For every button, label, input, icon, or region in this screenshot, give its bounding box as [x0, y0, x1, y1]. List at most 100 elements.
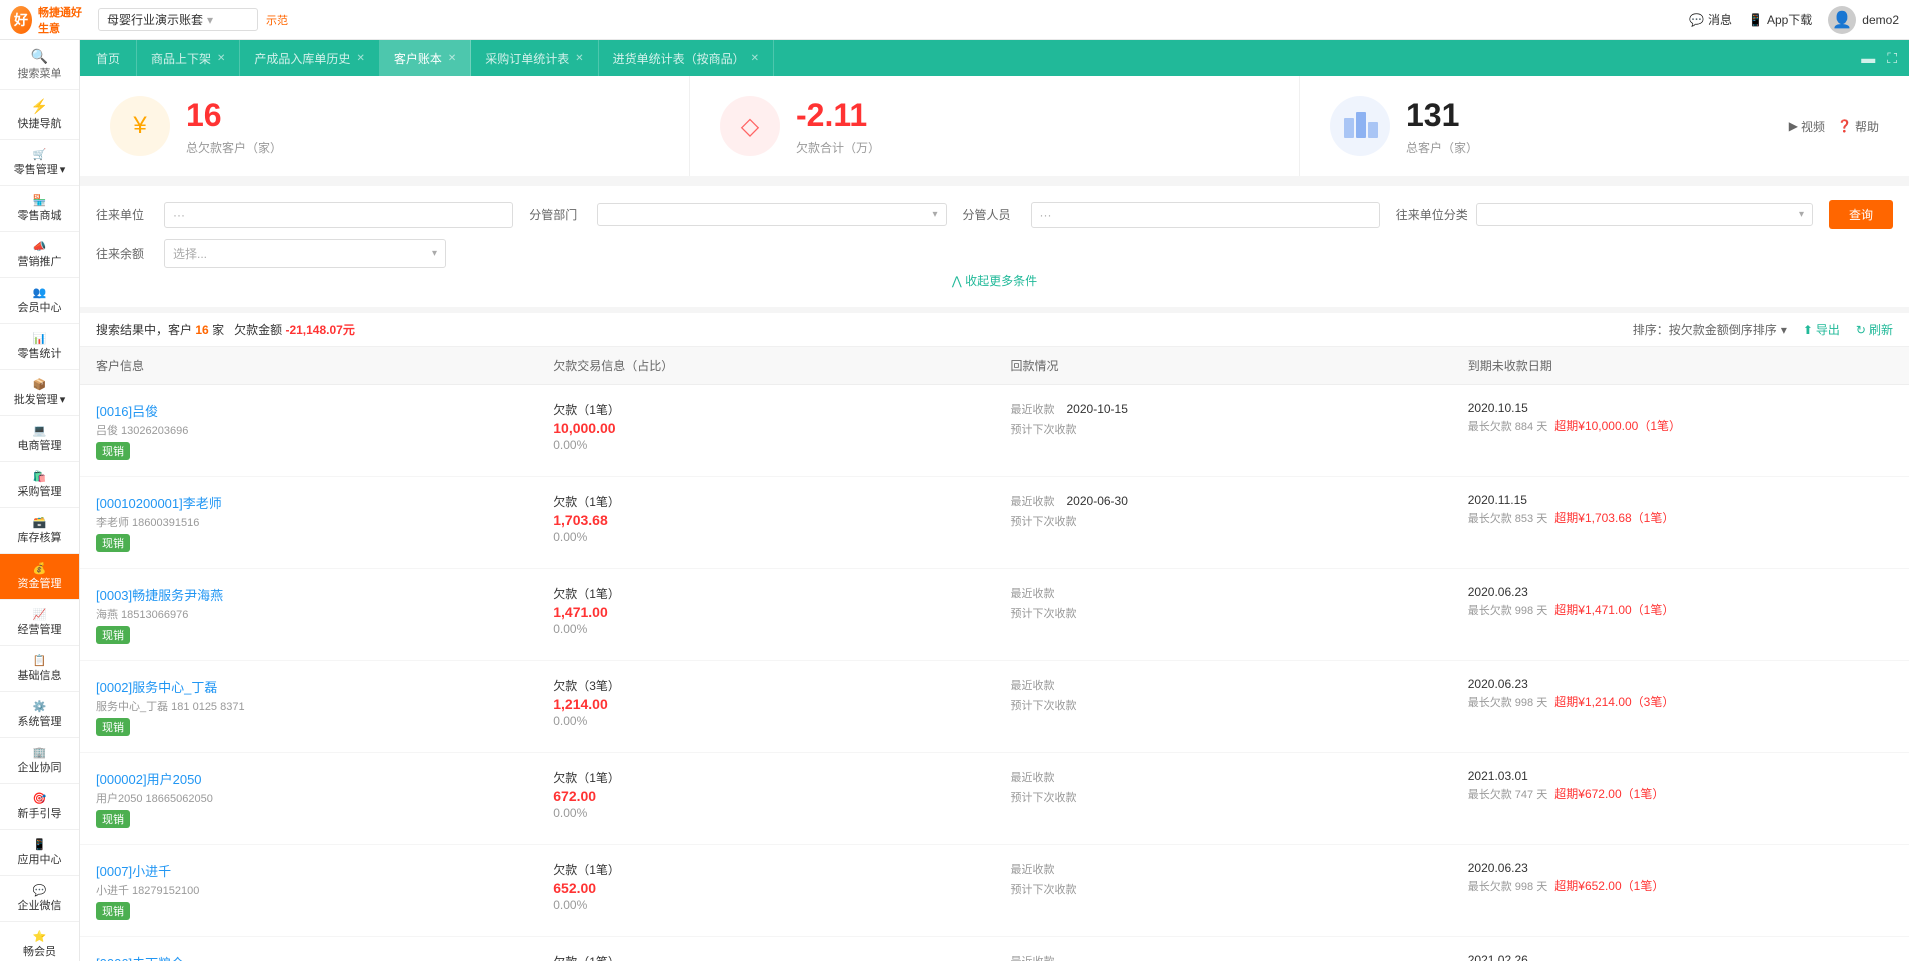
due-date-0003: 2020.06.23 [1468, 585, 1893, 599]
user-avatar-area[interactable]: 👤 demo2 [1828, 6, 1899, 34]
video-icon: ▶ [1789, 119, 1798, 133]
tab-product-listing[interactable]: 商品上下架 ✕ [137, 40, 240, 76]
unit-category-select[interactable]: ▾ [1476, 203, 1813, 226]
sidebar-item-batch-mgmt[interactable]: 📦 批发管理 ▾ [0, 370, 79, 416]
enterprise-label: 企业协同 [4, 759, 75, 775]
customer-name-0006[interactable]: [0006]去下粮仓 [96, 953, 521, 961]
tab-inbound-stats-close[interactable]: ✕ [751, 53, 759, 64]
sidebar-item-retail-mgmt[interactable]: 🛒 零售管理 ▾ [0, 140, 79, 186]
owe-amount-00010200001[interactable]: 1,703.68 [553, 512, 978, 528]
customer-name-0007[interactable]: [0007]小进千 [96, 861, 521, 880]
sidebar-item-ecommerce[interactable]: 💻 电商管理 [0, 416, 79, 462]
recovery-label-00010200001: 最近收款 [1011, 493, 1055, 509]
video-action[interactable]: ▶ 视频 [1789, 118, 1825, 135]
search-btn[interactable]: 查询 [1829, 200, 1893, 229]
customer-tag-0002: 现销 [96, 718, 130, 736]
owe-amount-0003[interactable]: 1,471.00 [553, 604, 978, 620]
sidebar-item-retail-mall[interactable]: 🏪 零售商城 [0, 186, 79, 232]
batch-mgmt-label: 批发管理 [14, 391, 58, 407]
overdue-amount-0016[interactable]: 超期¥10,000.00（1笔） [1554, 419, 1681, 433]
tab-product-listing-close[interactable]: ✕ [217, 53, 225, 64]
logo-icon: 好 [10, 6, 32, 34]
export-btn[interactable]: ⬆ 导出 [1803, 321, 1840, 338]
overdue-amount-000002[interactable]: 超期¥672.00（1笔） [1554, 787, 1664, 801]
recovery-next-0016: 预计下次收款 [1011, 421, 1436, 437]
customer-name-0002[interactable]: [0002]服务中心_丁磊 [96, 677, 521, 696]
sidebar-item-finance[interactable]: 💰 资金管理 [0, 554, 79, 600]
customer-name-0003[interactable]: [0003]畅捷服务尹海燕 [96, 585, 521, 604]
sidebar-item-nav[interactable]: ⚡ 快捷导航 [0, 90, 79, 140]
sidebar-item-enterprise[interactable]: 🏢 企业协同 [0, 738, 79, 784]
tab-home[interactable]: 首页 [80, 40, 137, 76]
tab-product-history-close[interactable]: ✕ [356, 53, 364, 64]
sort-arrow-icon: ▾ [1781, 323, 1787, 337]
tab-product-history[interactable]: 产成品入库单历史 ✕ [240, 40, 379, 76]
sidebar-item-guide[interactable]: 🎯 新手引导 [0, 784, 79, 830]
overdue-amount-0003[interactable]: 超期¥1,471.00（1笔） [1554, 603, 1674, 617]
sidebar-search[interactable]: 🔍 搜索菜单 [0, 40, 79, 90]
customer-name-000002[interactable]: [000002]用户2050 [96, 769, 521, 788]
sidebar-item-vip[interactable]: ⭐ 畅会员 [0, 922, 79, 961]
sidebar-item-app-center[interactable]: 📱 应用中心 [0, 830, 79, 876]
tab-inbound-stats[interactable]: 进货单统计表（按商品） ✕ [599, 40, 774, 76]
sidebar-item-retail-stats[interactable]: 📊 零售统计 [0, 324, 79, 370]
customer-name-00010200001[interactable]: [00010200001]李老师 [96, 493, 521, 512]
sidebar-item-inventory[interactable]: 🗃️ 库存核算 [0, 508, 79, 554]
balance-select[interactable]: 选择... ▾ [164, 239, 446, 268]
results-amount-label: 欠款金额 [234, 323, 282, 337]
dept-select[interactable]: ▾ [597, 203, 946, 226]
sort-selector[interactable]: 排序：按欠款金额倒序排序 ▾ [1633, 321, 1787, 338]
vip-icon: ⭐ [4, 930, 75, 943]
recovery-date-0016: 2020-10-15 [1067, 402, 1128, 416]
owe-amount-0016[interactable]: 10,000.00 [553, 420, 978, 436]
help-action[interactable]: ❓ 帮助 [1837, 118, 1879, 135]
sidebar-item-member[interactable]: 👥 会员中心 [0, 278, 79, 324]
tab-purchase-stats[interactable]: 采购订单统计表 ✕ [471, 40, 598, 76]
sidebar-item-system[interactable]: ⚙️ 系统管理 [0, 692, 79, 738]
sidebar-item-marketing[interactable]: 📣 营销推广 [0, 232, 79, 278]
owe-amount-0007[interactable]: 652.00 [553, 880, 978, 896]
recovery-next-000002: 预计下次收款 [1011, 789, 1436, 805]
customer-cell-0002: [0002]服务中心_丁磊 服务中心_丁磊 181 0125 8371 现销 [80, 671, 537, 742]
owe-cell-0007: 欠款（1笔） 652.00 0.00% [537, 855, 994, 918]
owe-count-00010200001: 欠款（1笔） [553, 493, 978, 510]
sidebar: 🔍 搜索菜单 ⚡ 快捷导航 🛒 零售管理 ▾ 🏪 零售商城 📣 营销推广 [0, 40, 80, 961]
message-btn[interactable]: 💬 消息 [1689, 11, 1732, 28]
collapse-row[interactable]: ⋀ 收起更多条件 [96, 268, 1893, 293]
message-icon: 💬 [1689, 13, 1704, 27]
overdue-days-0003: 最长欠款 998 天 [1468, 605, 1547, 617]
table-row: [0006]去下粮仓 陈小弟 现销 欠款（1笔） 455.90 0.00% 最近… [80, 937, 1909, 961]
overdue-amount-00010200001[interactable]: 超期¥1,703.68（1笔） [1554, 511, 1674, 525]
app-download-btn[interactable]: 📱 App下载 [1748, 11, 1812, 28]
page-content: ¥ 16 总欠款客户（家） ◇ -2.11 欠款合计（万） [80, 76, 1909, 961]
store-selector[interactable]: 母婴行业演示账套 ▾ [98, 8, 258, 31]
overdue-info-0007: 最长欠款 998 天 超期¥652.00（1笔） [1468, 877, 1893, 894]
tab-purchase-stats-close[interactable]: ✕ [575, 53, 583, 64]
owe-amount-000002[interactable]: 672.00 [553, 788, 978, 804]
sidebar-item-purchase[interactable]: 🛍️ 采购管理 [0, 462, 79, 508]
refresh-btn[interactable]: ↻ 刷新 [1856, 321, 1893, 338]
owe-count-000002: 欠款（1笔） [553, 769, 978, 786]
customer-name-0016[interactable]: [0016]吕俊 [96, 401, 521, 420]
filter-row-2: 往来余额 选择... ▾ [96, 239, 1893, 268]
overdue-amount-0002[interactable]: 超期¥1,214.00（3笔） [1554, 695, 1674, 709]
tab-maximize-btn[interactable]: ⛶ [1883, 48, 1901, 69]
tab-customer-account-close[interactable]: ✕ [448, 53, 456, 64]
from-unit-input[interactable]: ··· [164, 202, 513, 228]
recovery-cell-0002: 最近收款 预计下次收款 [995, 671, 1452, 719]
tab-customer-account[interactable]: 客户账本 ✕ [380, 40, 471, 76]
owe-amount-0002[interactable]: 1,214.00 [553, 696, 978, 712]
tab-minimize-btn[interactable]: ▬ [1857, 48, 1879, 68]
sidebar-item-basic[interactable]: 📋 基础信息 [0, 646, 79, 692]
sidebar-item-wechat[interactable]: 💬 企业微信 [0, 876, 79, 922]
due-cell-0016: 2020.10.15 最长欠款 884 天 超期¥10,000.00（1笔） [1452, 395, 1909, 440]
manager-input[interactable]: ··· [1031, 202, 1380, 228]
table-row: [0002]服务中心_丁磊 服务中心_丁磊 181 0125 8371 现销 欠… [80, 661, 1909, 753]
overdue-amount-0007[interactable]: 超期¥652.00（1笔） [1554, 879, 1664, 893]
overdue-info-0003: 最长欠款 998 天 超期¥1,471.00（1笔） [1468, 601, 1893, 618]
tab-product-history-label: 产成品入库单历史 [254, 50, 350, 67]
table-row: [0016]吕俊 吕俊 13026203696 现销 欠款（1笔） 10,000… [80, 385, 1909, 477]
sidebar-item-ops[interactable]: 📈 经营管理 [0, 600, 79, 646]
logo-area: 好 畅捷通好生意 [10, 4, 90, 36]
message-label: 消息 [1708, 11, 1732, 28]
